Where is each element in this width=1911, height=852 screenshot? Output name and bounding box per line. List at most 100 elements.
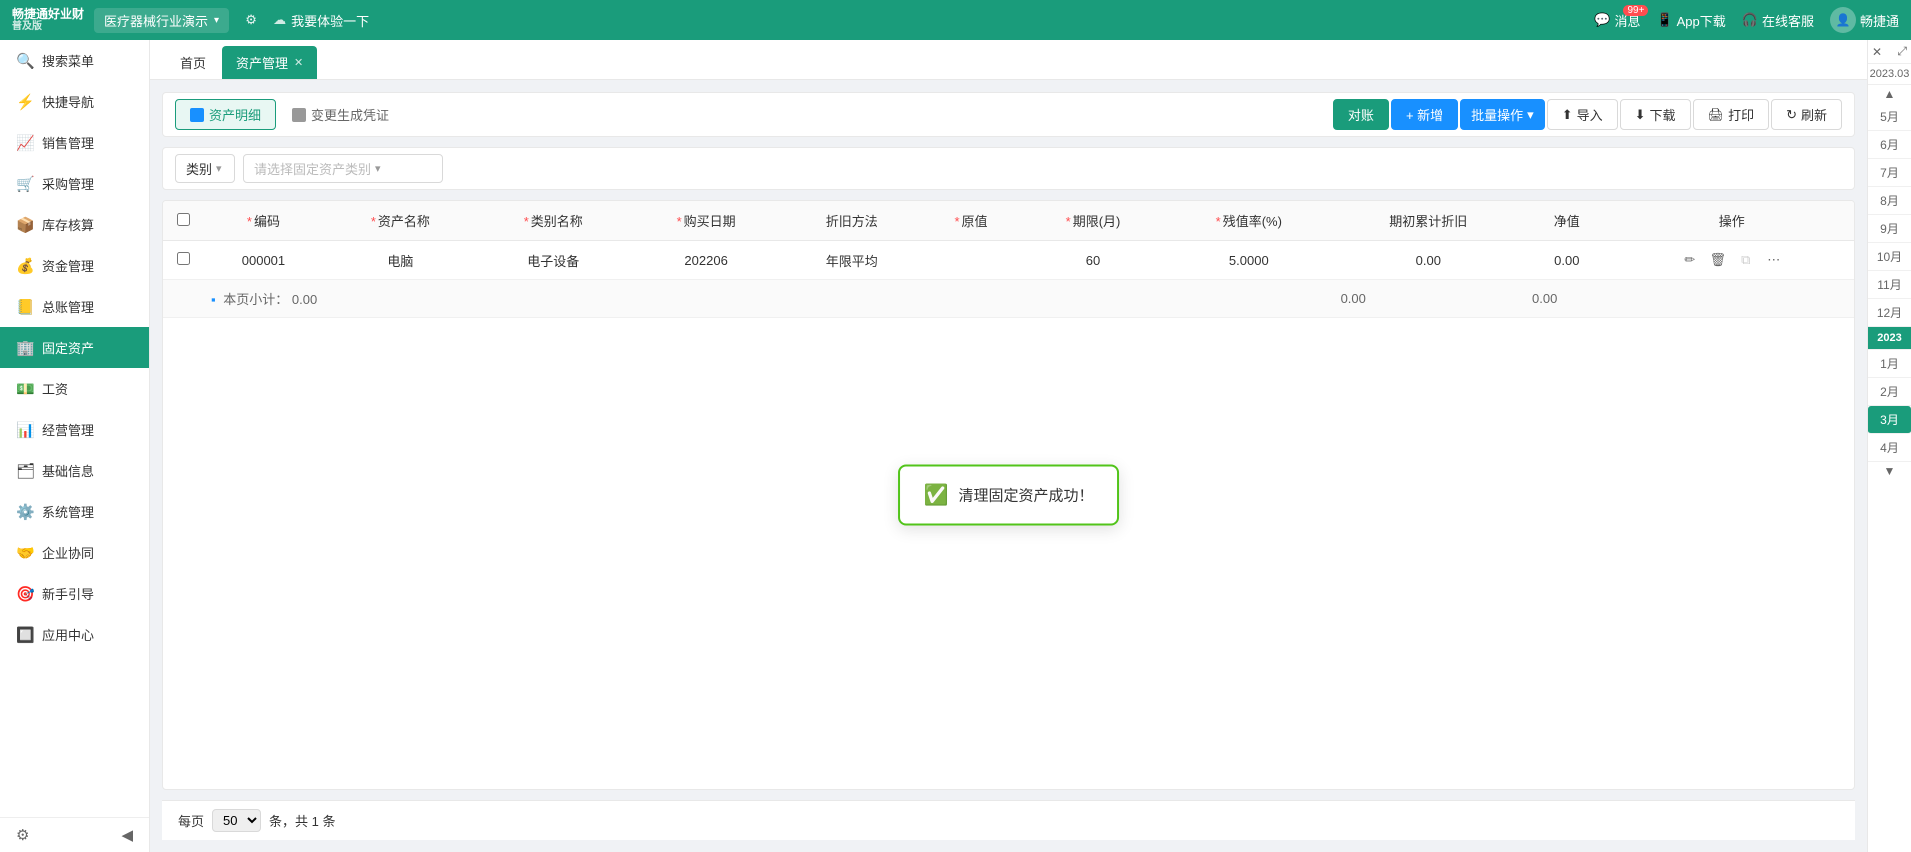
year-label-2023: 2023 xyxy=(1868,327,1911,350)
download-button[interactable]: ⬇ 下载 xyxy=(1620,99,1691,130)
ledger-icon: 📒 xyxy=(16,298,34,316)
month-6[interactable]: 6月 xyxy=(1868,131,1911,159)
panel-expand-icon[interactable]: ⤢ xyxy=(1897,44,1907,59)
subtotal-label: 本页小计： xyxy=(223,292,288,307)
sidebar-item-payroll[interactable]: 💵 工资 xyxy=(0,368,149,409)
subtab-asset-icon xyxy=(190,108,204,122)
refresh-button[interactable]: ↻ 刷新 xyxy=(1771,99,1842,130)
month-4[interactable]: 4月 xyxy=(1868,434,1911,462)
month-7[interactable]: 7月 xyxy=(1868,159,1911,187)
table-row: 000001 电脑 电子设备 202206 年限平均 60 5.0000 0.0… xyxy=(163,241,1854,280)
col-category: *类别名称 xyxy=(477,201,630,241)
sidebar-item-purchase[interactable]: 🛒 采购管理 xyxy=(0,163,149,204)
sidebar-item-base-info[interactable]: 🗂 基础信息 xyxy=(0,450,149,491)
export-button[interactable]: ⬆ 导入 xyxy=(1547,99,1618,130)
check-icon: ✅ xyxy=(924,483,949,508)
month-2[interactable]: 2月 xyxy=(1868,378,1911,406)
print-icon: 🖨 xyxy=(1708,107,1725,123)
user-button[interactable]: 👤 畅捷通 xyxy=(1830,7,1899,33)
messages-button[interactable]: 💬 消息 99+ xyxy=(1594,11,1640,30)
subtab-change-label: 变更生成凭证 xyxy=(311,105,389,124)
subtab-change-icon xyxy=(292,108,306,122)
search-icon: 🔍 xyxy=(16,52,34,70)
subtotal-row: ▪ 本页小计： 0.00 0.00 0.00 xyxy=(163,280,1854,318)
online-service-label: 在线客服 xyxy=(1762,11,1814,30)
sidebar-item-inventory[interactable]: 📦 库存核算 xyxy=(0,204,149,245)
month-1[interactable]: 1月 xyxy=(1868,350,1911,378)
month-3-active[interactable]: 3月 xyxy=(1868,406,1911,434)
select-all-checkbox[interactable] xyxy=(177,213,190,226)
month-9[interactable]: 9月 xyxy=(1868,215,1911,243)
filter-input-arrow: ▾ xyxy=(375,162,381,175)
sidebar-item-label: 企业协同 xyxy=(42,543,94,562)
avatar: 👤 xyxy=(1830,7,1856,33)
month-12[interactable]: 12月 xyxy=(1868,299,1911,327)
tab-asset-management[interactable]: 资产管理 ✕ xyxy=(222,46,317,79)
sidebar-item-label: 基础信息 xyxy=(42,461,94,480)
cell-name: 电脑 xyxy=(324,241,477,280)
sidebar-item-fixed-assets[interactable]: 🏢 固定资产 xyxy=(0,327,149,368)
sidebar-item-quick-nav[interactable]: ⚡ 快捷导航 xyxy=(0,81,149,122)
sidebar-item-ledger[interactable]: 📒 总账管理 xyxy=(0,286,149,327)
tab-close-icon[interactable]: ✕ xyxy=(294,56,303,69)
nav-tabs: 首页 资产管理 ✕ xyxy=(150,40,1867,80)
sidebar-item-label: 应用中心 xyxy=(42,625,94,644)
company-selector[interactable]: 医疗器械行业演示 ▾ xyxy=(94,8,229,33)
quick-nav-icon: ⚡ xyxy=(16,93,34,111)
app-logo: 畅捷通好业财 普及版 xyxy=(12,7,84,33)
total-label: 条，共 1 条 xyxy=(269,811,335,830)
print-label: 打印 xyxy=(1728,105,1754,124)
sidebar-item-search[interactable]: 🔍 搜索菜单 xyxy=(0,40,149,81)
sidebar-item-label: 资金管理 xyxy=(42,256,94,275)
download-icon: 📱 xyxy=(1656,12,1672,28)
delete-icon[interactable]: 🗑 xyxy=(1708,250,1728,270)
edit-icon[interactable]: ✏ xyxy=(1680,250,1700,270)
cell-purchase-date: 202206 xyxy=(630,241,783,280)
cell-residual-rate: 5.0000 xyxy=(1165,241,1333,280)
reconcile-button[interactable]: 对账 xyxy=(1333,99,1389,130)
month-8[interactable]: 8月 xyxy=(1868,187,1911,215)
sidebar-settings-icon[interactable]: ⚙ xyxy=(16,826,29,844)
sidebar-item-finance[interactable]: 💰 资金管理 xyxy=(0,245,149,286)
month-down-arrow[interactable]: ▼ xyxy=(1882,462,1898,480)
month-up-arrow[interactable]: ▲ xyxy=(1882,85,1898,103)
copy-icon[interactable]: ⧉ xyxy=(1736,250,1756,270)
tab-active-label: 资产管理 xyxy=(236,53,288,72)
subtab-asset-detail[interactable]: 资产明细 xyxy=(175,99,276,130)
settings-icon[interactable]: ⚙ xyxy=(237,6,265,34)
row-checkbox[interactable] xyxy=(177,252,190,265)
sub-tabs: 资产明细 变更生成凭证 对账 + 新增 批量操作 ▾ ⬆ 导入 xyxy=(162,92,1855,137)
cell-depreciation: 年限平均 xyxy=(783,241,922,280)
sidebar-item-enterprise[interactable]: 🤝 企业协同 xyxy=(0,532,149,573)
month-5[interactable]: 5月 xyxy=(1868,103,1911,131)
sidebar-item-sales[interactable]: 📈 销售管理 xyxy=(0,122,149,163)
trial-text: 我要体验一下 xyxy=(291,11,369,30)
sidebar-collapse-icon[interactable]: ◀ xyxy=(121,826,133,844)
panel-close-icon[interactable]: ✕ xyxy=(1872,45,1882,59)
sidebar-item-guide[interactable]: 🎯 新手引导 xyxy=(0,573,149,614)
category-filter-input[interactable]: 请选择固定资产类别 ▾ xyxy=(243,154,443,183)
sidebar-item-ops[interactable]: 📊 经营管理 xyxy=(0,409,149,450)
ops-icon: 📊 xyxy=(16,421,34,439)
page-size-select[interactable]: 50 xyxy=(212,809,261,832)
cloud-icon: ☁ xyxy=(273,12,286,28)
batch-operations-button[interactable]: 批量操作 ▾ xyxy=(1460,99,1545,130)
per-page-label: 每页 xyxy=(178,811,204,830)
more-icon[interactable]: ⋯ xyxy=(1764,250,1784,270)
month-11[interactable]: 11月 xyxy=(1868,271,1911,299)
online-service-button[interactable]: 🎧 在线客服 xyxy=(1742,11,1814,30)
trial-button[interactable]: ☁ 我要体验一下 xyxy=(273,11,369,30)
month-10[interactable]: 10月 xyxy=(1868,243,1911,271)
sidebar-item-app-center[interactable]: 🔲 应用中心 xyxy=(0,614,149,655)
tab-home[interactable]: 首页 xyxy=(166,46,220,79)
sidebar-item-sys-mgmt[interactable]: ⚙️ 系统管理 xyxy=(0,491,149,532)
export-label: 导入 xyxy=(1577,105,1603,124)
inventory-icon: 📦 xyxy=(16,216,34,234)
download-label: 下载 xyxy=(1650,105,1676,124)
subtab-change-voucher[interactable]: 变更生成凭证 xyxy=(278,100,403,129)
cell-category: 电子设备 xyxy=(477,241,630,280)
new-button[interactable]: + 新增 xyxy=(1391,99,1458,130)
app-download-button[interactable]: 📱 App下载 xyxy=(1656,11,1725,30)
print-button[interactable]: 🖨 打印 xyxy=(1693,99,1770,130)
category-filter-select[interactable]: 类别 ▾ xyxy=(175,154,235,183)
